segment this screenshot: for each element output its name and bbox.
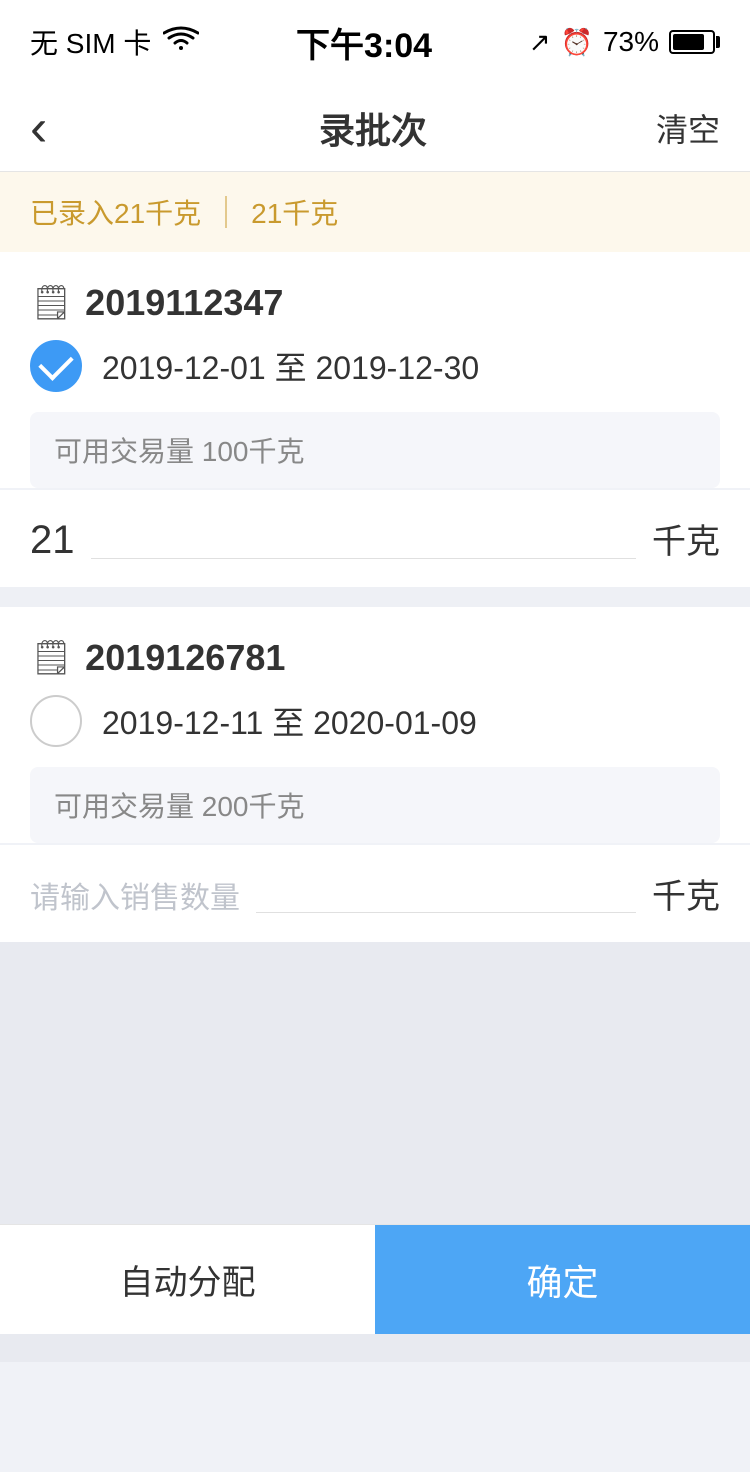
- quantity-underline-1: [91, 558, 637, 559]
- batch-doc-icon-2: 🗒: [30, 638, 73, 678]
- battery-percent: 73%: [603, 26, 659, 58]
- status-bar: 无 SIM 卡 下午3:04 ↗ ⏰ 73%: [0, 0, 750, 84]
- back-button[interactable]: ‹: [30, 102, 90, 154]
- recorded-label: 已录入21千克: [30, 192, 201, 232]
- battery-icon: [669, 30, 720, 54]
- available-text-1: 可用交易量 100千克: [54, 436, 305, 467]
- status-right: ↗ ⏰ 73%: [529, 26, 720, 58]
- quantity-input-area-1[interactable]: 21: [30, 518, 636, 563]
- clear-button[interactable]: 清空: [656, 105, 720, 151]
- location-icon: ↗: [529, 27, 551, 58]
- batch-doc-icon-1: 🗒: [30, 283, 73, 323]
- batch-header-2: 🗒 2019126781: [30, 637, 720, 679]
- info-divider: [225, 196, 227, 228]
- carrier-label: 无 SIM 卡: [30, 22, 151, 62]
- recorded-value: 21千克: [251, 192, 338, 232]
- batch-header-1: 🗒 2019112347: [30, 282, 720, 324]
- available-box-2: 可用交易量 200千克: [30, 767, 720, 843]
- footer: 自动分配 确定: [0, 1224, 750, 1334]
- batch-select-row-1[interactable]: 2019-12-01 至 2019-12-30: [30, 340, 720, 392]
- radio-button-1[interactable]: [30, 340, 82, 392]
- wifi-icon: [163, 26, 199, 59]
- info-bar: 已录入21千克 21千克: [0, 172, 750, 252]
- unit-label-2: 千克: [652, 869, 720, 918]
- alarm-icon: ⏰: [561, 27, 593, 58]
- quantity-row-2: 请输入销售数量 千克: [0, 845, 750, 942]
- batch-select-row-2[interactable]: 2019-12-11 至 2020-01-09: [30, 695, 720, 747]
- batch-id-2: 2019126781: [85, 637, 285, 679]
- quantity-row-1: 21 千克: [0, 490, 750, 587]
- status-left: 无 SIM 卡: [30, 22, 199, 62]
- page-title: 录批次: [319, 102, 427, 154]
- batch-card-1: 🗒 2019112347 2019-12-01 至 2019-12-30 可用交…: [0, 252, 750, 488]
- quantity-underline-2: [256, 912, 636, 913]
- available-box-1: 可用交易量 100千克: [30, 412, 720, 488]
- confirm-button[interactable]: 确定: [375, 1225, 750, 1334]
- batch-date-1: 2019-12-01 至 2019-12-30: [102, 343, 479, 389]
- unit-label-1: 千克: [652, 514, 720, 563]
- batch-date-2: 2019-12-11 至 2020-01-09: [102, 698, 477, 744]
- quantity-placeholder-2: 请输入销售数量: [30, 873, 240, 917]
- quantity-value-1: 21: [30, 518, 75, 563]
- quantity-input-area-2[interactable]: 请输入销售数量: [30, 873, 636, 917]
- batch-card-2: 🗒 2019126781 2019-12-11 至 2020-01-09 可用交…: [0, 607, 750, 843]
- batch-id-1: 2019112347: [85, 282, 283, 324]
- section-divider: [0, 587, 750, 607]
- radio-button-2[interactable]: [30, 695, 82, 747]
- status-time: 下午3:04: [296, 18, 432, 67]
- auto-distribute-button[interactable]: 自动分配: [0, 1225, 375, 1334]
- available-text-2: 可用交易量 200千克: [54, 791, 305, 822]
- nav-bar: ‹ 录批次 清空: [0, 84, 750, 172]
